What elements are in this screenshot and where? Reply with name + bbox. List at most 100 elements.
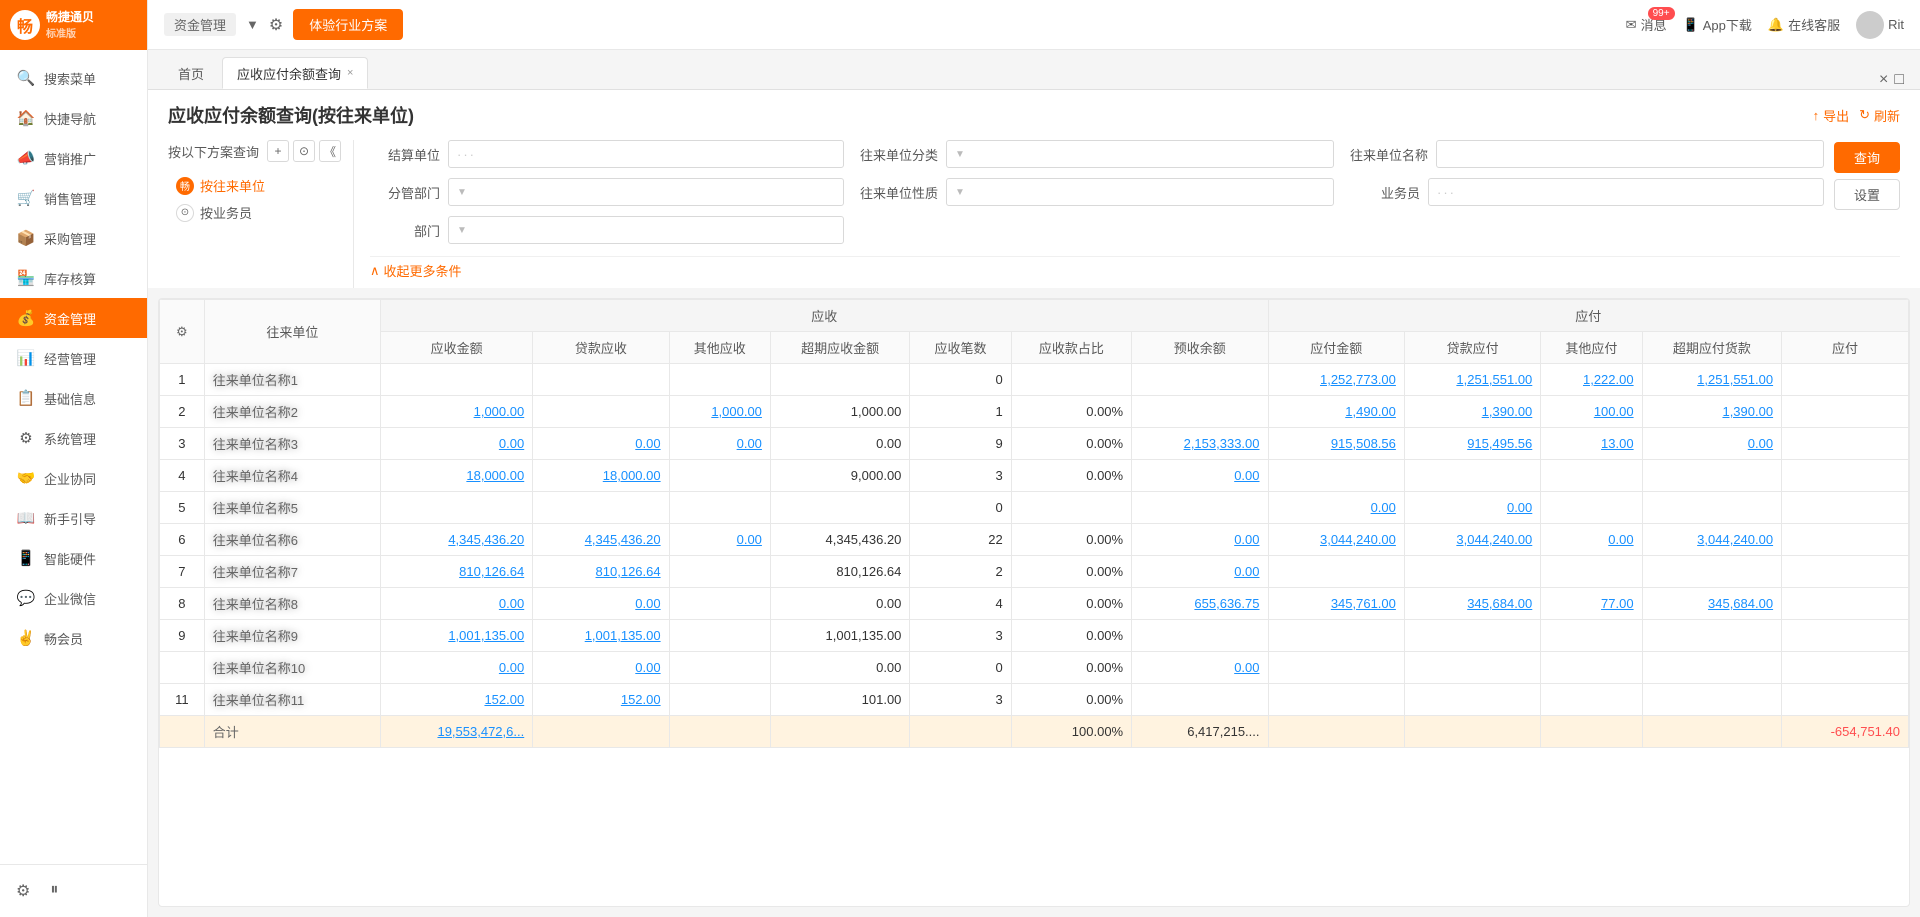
sidebar-item-business[interactable]: 📊 经营管理 [0, 338, 147, 378]
table-cell-link[interactable]: 345,684.00 [1404, 588, 1540, 620]
table-cell-link[interactable] [380, 492, 532, 524]
export-btn[interactable]: ↑ 导出 [1813, 106, 1850, 125]
table-cell[interactable]: 0.00% [1011, 396, 1131, 428]
sidebar-item-cooperation[interactable]: 🤝 企业协同 [0, 458, 147, 498]
table-cell-link[interactable] [1268, 620, 1404, 652]
table-cell-link[interactable]: 1,222.00 [1541, 364, 1642, 396]
table-cell-link[interactable]: 915,495.56 [1404, 428, 1540, 460]
table-cell[interactable]: 0.00% [1011, 620, 1131, 652]
app-download-btn[interactable]: 📱 App下载 [1683, 15, 1752, 34]
table-cell[interactable]: 0.00 [770, 588, 909, 620]
table-cell-link[interactable]: 0.00 [669, 524, 770, 556]
table-cell-link[interactable]: 152.00 [533, 684, 669, 716]
scheme-settings-btn[interactable]: ⊙ [293, 140, 315, 162]
table-cell-link[interactable]: 915,508.56 [1268, 428, 1404, 460]
table-cell-link[interactable]: 655,636.75 [1132, 588, 1268, 620]
table-cell-link[interactable]: 18,000.00 [533, 460, 669, 492]
table-cell-link[interactable] [1541, 652, 1642, 684]
user-avatar-area[interactable]: Rit [1856, 11, 1904, 39]
department-input[interactable]: ▼ [448, 216, 844, 244]
table-cell-link[interactable] [1642, 460, 1781, 492]
table-cell-link[interactable]: 1,251,551.00 [1404, 364, 1540, 396]
add-scheme-btn[interactable]: + [267, 140, 289, 162]
online-service-btn[interactable]: 🔔 在线客服 [1768, 15, 1840, 34]
close-window-btn[interactable]: × [1879, 71, 1888, 89]
table-cell-link[interactable] [1268, 460, 1404, 492]
table-cell-link[interactable]: 13.00 [1541, 428, 1642, 460]
table-cell-link[interactable] [533, 396, 669, 428]
table-cell-link[interactable]: 0.00 [380, 428, 532, 460]
scheme-collapse-btn[interactable]: 《 [319, 140, 341, 162]
table-cell-link[interactable]: 0.00 [1268, 492, 1404, 524]
refresh-btn[interactable]: ↻ 刷新 [1859, 106, 1900, 125]
table-cell-link[interactable] [669, 492, 770, 524]
sidebar-item-wechat[interactable]: 💬 企业微信 [0, 578, 147, 618]
sidebar-item-inventory[interactable]: 🏪 库存核算 [0, 258, 147, 298]
table-cell-link[interactable] [1642, 684, 1781, 716]
table-cell-link[interactable]: 3,044,240.00 [1642, 524, 1781, 556]
set-button[interactable]: 设置 [1834, 179, 1900, 210]
tab-home[interactable]: 首页 [164, 57, 218, 89]
table-cell-link[interactable] [1404, 684, 1540, 716]
table-cell-link[interactable]: 1,000.00 [380, 396, 532, 428]
table-cell[interactable]: 0.00% [1011, 428, 1131, 460]
partner-nature-input[interactable]: ▼ [946, 178, 1334, 206]
table-cell[interactable]: 0.00% [1011, 524, 1131, 556]
table-cell-link[interactable]: 18,000.00 [380, 460, 532, 492]
table-cell-link[interactable] [669, 556, 770, 588]
table-cell-link[interactable]: 4,345,436.20 [533, 524, 669, 556]
sidebar-item-base-info[interactable]: 📋 基础信息 [0, 378, 147, 418]
table-cell-link[interactable]: 0.00 [380, 652, 532, 684]
table-cell-link[interactable]: 1,490.00 [1268, 396, 1404, 428]
gear-icon[interactable]: ⚙ [269, 15, 283, 35]
table-cell-link[interactable]: 0.00 [1132, 652, 1268, 684]
table-cell-link[interactable]: 3,044,240.00 [1268, 524, 1404, 556]
table-cell[interactable]: 0.00% [1011, 556, 1131, 588]
table-cell-link[interactable]: 345,761.00 [1268, 588, 1404, 620]
scheme-by-salesperson[interactable]: ⊙ 按业务员 [168, 199, 341, 226]
sidebar-item-system[interactable]: ⚙ 系统管理 [0, 418, 147, 458]
sidebar-item-vip[interactable]: ✌ 畅会员 [0, 618, 147, 658]
table-cell-link[interactable]: 810,126.64 [380, 556, 532, 588]
table-cell-link[interactable]: 0.00 [380, 588, 532, 620]
tab-receivable-query[interactable]: 应收应付余额查询 × [222, 57, 368, 89]
table-cell-link[interactable] [669, 684, 770, 716]
sidebar-item-purchase[interactable]: 📦 采购管理 [0, 218, 147, 258]
table-cell-link[interactable] [1268, 684, 1404, 716]
table-cell-link[interactable] [1642, 620, 1781, 652]
table-cell[interactable]: 101.00 [770, 684, 909, 716]
table-cell-link[interactable] [669, 620, 770, 652]
sidebar-item-search-menu[interactable]: 🔍 搜索菜单 [0, 58, 147, 98]
table-cell-link[interactable] [1404, 556, 1540, 588]
table-cell-link[interactable]: 100.00 [1541, 396, 1642, 428]
table-cell-link[interactable] [669, 460, 770, 492]
table-cell[interactable]: 0.00% [1011, 652, 1131, 684]
table-cell-link[interactable]: 77.00 [1541, 588, 1642, 620]
sidebar-item-marketing[interactable]: 📣 营销推广 [0, 138, 147, 178]
table-cell[interactable]: 4,345,436.20 [770, 524, 909, 556]
table-cell-link[interactable] [669, 364, 770, 396]
footer-receivable-amount[interactable]: 19,553,472,6... [380, 716, 532, 748]
table-cell[interactable]: 0.00% [1011, 460, 1131, 492]
table-cell[interactable]: 1,001,135.00 [770, 620, 909, 652]
table-cell-link[interactable] [1268, 652, 1404, 684]
table-cell-link[interactable]: 0.00 [1132, 524, 1268, 556]
settlement-unit-input[interactable]: ··· [448, 140, 844, 168]
sidebar-item-guide[interactable]: 📖 新手引导 [0, 498, 147, 538]
salesperson-input[interactable]: ··· [1428, 178, 1824, 206]
table-cell-link[interactable] [1541, 620, 1642, 652]
collapse-sidebar-icon[interactable]: ⏸ [50, 881, 58, 901]
table-cell-link[interactable]: 0.00 [1541, 524, 1642, 556]
table-cell-link[interactable] [1541, 492, 1642, 524]
sidebar-item-smart-hw[interactable]: 📱 智能硬件 [0, 538, 147, 578]
table-cell-link[interactable] [1541, 556, 1642, 588]
table-cell-link[interactable] [1404, 652, 1540, 684]
table-cell-link[interactable] [533, 492, 669, 524]
table-cell-link[interactable]: 0.00 [1404, 492, 1540, 524]
table-cell-link[interactable] [1268, 556, 1404, 588]
trial-btn[interactable]: 体验行业方案 [293, 9, 403, 40]
table-cell-link[interactable]: 0.00 [533, 652, 669, 684]
table-cell[interactable]: 1,000.00 [770, 396, 909, 428]
table-cell-link[interactable] [1541, 684, 1642, 716]
table-cell[interactable]: 0.00 [770, 428, 909, 460]
